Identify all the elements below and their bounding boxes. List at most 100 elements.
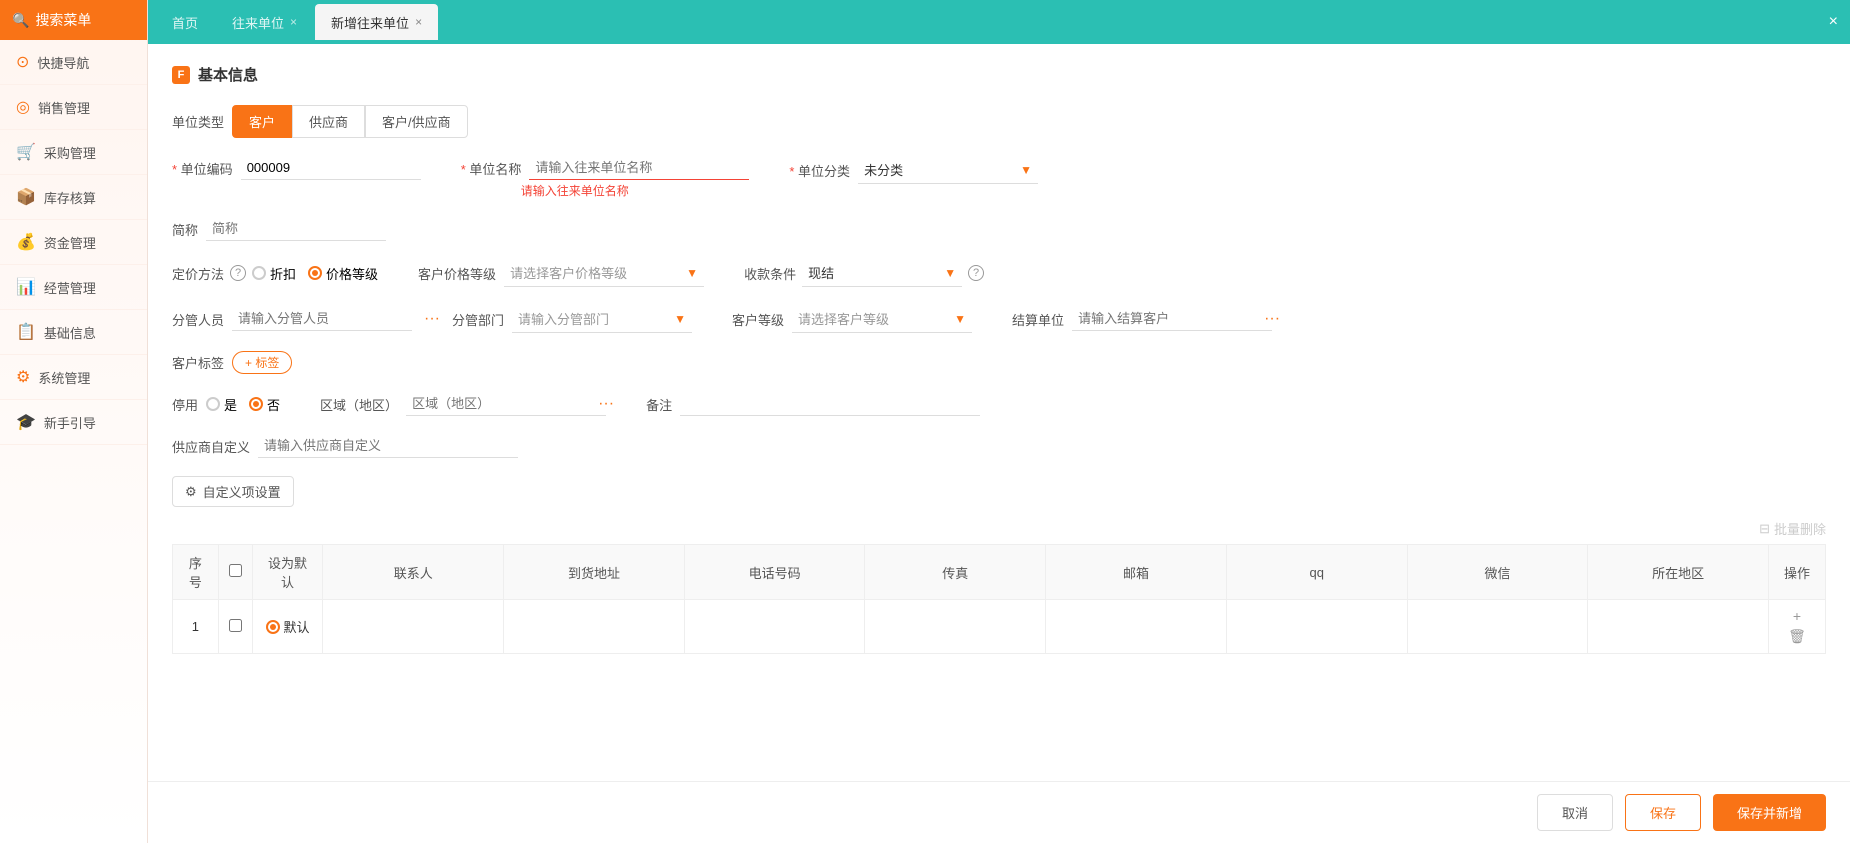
unit-name-input[interactable] xyxy=(529,156,749,180)
department-select[interactable]: 请输入分管部门 ▼ xyxy=(512,305,692,333)
tag-row: 客户标签 + 标签 xyxy=(172,351,1826,374)
section-icon: F xyxy=(172,66,190,84)
customer-price-level-select[interactable]: 请选择客户价格等级 ▼ xyxy=(504,259,704,287)
td-seq: 1 xyxy=(173,600,219,654)
contact-input[interactable] xyxy=(333,619,493,634)
unit-type-label: 单位类型 xyxy=(172,112,224,131)
type-btn-supplier[interactable]: 供应商 xyxy=(292,105,365,138)
td-checkbox xyxy=(218,600,252,654)
sidebar-item-guide[interactable]: 🎓 新手引导 xyxy=(0,400,147,445)
batch-delete-btn[interactable]: ⊟ 批量删除 xyxy=(1759,519,1826,538)
sidebar-item-finance[interactable]: 💰 资金管理 xyxy=(0,220,147,265)
disable-radio-group: 是 否 xyxy=(206,395,280,414)
guide-icon: 🎓 xyxy=(16,412,36,432)
customer-price-level-group: 客户价格等级 请选择客户价格等级 ▼ xyxy=(418,259,704,287)
disable-label: 停用 xyxy=(172,395,198,414)
sidebar-item-quick-nav[interactable]: ⊙ 快捷导航 xyxy=(0,40,147,85)
payment-terms-help[interactable]: ? xyxy=(968,265,984,281)
region-table-input[interactable] xyxy=(1598,619,1758,634)
settlement-unit-more-btn[interactable]: ··· xyxy=(1260,310,1284,328)
supplier-custom-group: 供应商自定义 xyxy=(172,434,1826,458)
code-name-row: 单位编码 单位名称 请输入往来单位名称 单位分类 未分类 ▼ xyxy=(172,156,1826,199)
tab-close-new-counterparty[interactable]: × xyxy=(415,16,422,28)
th-fax: 传真 xyxy=(865,545,1046,600)
payment-terms-select[interactable]: 现结 ▼ xyxy=(802,259,962,287)
department-label: 分管部门 xyxy=(452,310,504,329)
abbreviation-input[interactable] xyxy=(206,217,386,241)
save-new-button[interactable]: 保存并新增 xyxy=(1713,794,1826,831)
table-row: 1 默认 xyxy=(173,600,1826,654)
search-menu[interactable]: 🔍 搜索菜单 xyxy=(0,0,147,40)
type-btn-customer[interactable]: 客户 xyxy=(232,105,292,138)
fax-input[interactable] xyxy=(875,619,1035,634)
unit-category-group: 单位分类 未分类 ▼ xyxy=(789,156,1038,184)
select-all-checkbox[interactable] xyxy=(229,564,242,577)
tab-new-counterparty[interactable]: 新增往来单位 × xyxy=(315,4,438,40)
payment-terms-value: 现结 xyxy=(808,263,944,282)
default-radio[interactable]: 默认 xyxy=(263,617,313,636)
delete-row-btn[interactable]: 🗑 xyxy=(1786,626,1808,647)
abbreviation-row: 简称 xyxy=(172,217,1826,241)
address-input[interactable] xyxy=(514,619,674,634)
search-icon: 🔍 xyxy=(12,12,29,29)
radio-discount[interactable]: 折扣 xyxy=(252,264,296,283)
pricing-method-group: 定价方法 ? 折扣 价格等级 xyxy=(172,264,378,283)
manager-more-btn[interactable]: ··· xyxy=(420,310,444,328)
sidebar-item-inventory[interactable]: 📦 库存核算 xyxy=(0,175,147,220)
inventory-icon: 📦 xyxy=(16,187,36,207)
remark-input[interactable] xyxy=(680,392,980,416)
close-all-tabs[interactable]: × xyxy=(1829,13,1838,31)
region-input[interactable] xyxy=(406,392,594,415)
radio-no[interactable]: 否 xyxy=(249,395,280,414)
qq-input[interactable] xyxy=(1237,619,1397,634)
customer-level-select[interactable]: 请选择客户等级 ▼ xyxy=(792,305,972,333)
gear-icon: ⚙ xyxy=(185,484,197,500)
add-tag-button[interactable]: + 标签 xyxy=(232,351,292,374)
unit-name-label: 单位名称 xyxy=(461,159,522,178)
custom-settings-button[interactable]: ⚙ 自定义项设置 xyxy=(172,476,294,507)
type-btn-both[interactable]: 客户/供应商 xyxy=(365,105,468,138)
supplier-custom-label: 供应商自定义 xyxy=(172,437,250,456)
manager-input[interactable] xyxy=(232,307,420,330)
payment-terms-arrow: ▼ xyxy=(944,266,956,280)
sidebar-item-basic[interactable]: 📋 基础信息 xyxy=(0,310,147,355)
tab-home[interactable]: 首页 xyxy=(156,4,214,40)
row-checkbox[interactable] xyxy=(229,619,242,632)
pricing-help-icon[interactable]: ? xyxy=(230,265,246,281)
unit-code-input[interactable] xyxy=(241,156,421,180)
radio-yes[interactable]: 是 xyxy=(206,395,237,414)
sidebar-item-system[interactable]: ⚙ 系统管理 xyxy=(0,355,147,400)
supplier-custom-input[interactable] xyxy=(258,434,518,458)
region-more-btn[interactable]: ··· xyxy=(594,395,618,413)
abbreviation-group: 简称 xyxy=(172,217,1826,241)
manager-group: 分管人员 ··· xyxy=(172,307,412,331)
save-button[interactable]: 保存 xyxy=(1625,794,1701,831)
disable-group: 停用 是 否 xyxy=(172,395,280,414)
td-wechat xyxy=(1407,600,1588,654)
th-seq: 序号 xyxy=(173,545,219,600)
manager-input-wrap: ··· xyxy=(232,307,412,331)
settlement-unit-input[interactable] xyxy=(1072,307,1260,330)
tab-counterparty[interactable]: 往来单位 × xyxy=(216,4,313,40)
th-email: 邮箱 xyxy=(1046,545,1227,600)
customer-level-placeholder: 请选择客户等级 xyxy=(798,309,954,328)
tab-close-counterparty[interactable]: × xyxy=(290,16,297,28)
contact-table-wrap: ⊟ 批量删除 序号 设为默认 联系人 到货地址 电话号码 传真 邮箱 qq xyxy=(172,519,1826,654)
radio-price-level[interactable]: 价格等级 xyxy=(308,264,378,283)
sidebar-item-purchase[interactable]: 🛒 采购管理 xyxy=(0,130,147,175)
section-basic-info: F 基本信息 xyxy=(172,64,1826,85)
sidebar-item-sales[interactable]: ◎ 销售管理 xyxy=(0,85,147,130)
tab-bar: 首页 往来单位 × 新增往来单位 × × xyxy=(148,0,1850,44)
sidebar-item-operations[interactable]: 📊 经营管理 xyxy=(0,265,147,310)
cancel-button[interactable]: 取消 xyxy=(1537,794,1613,831)
add-row-btn[interactable]: + xyxy=(1791,606,1803,626)
unit-category-select-wrap[interactable]: 未分类 ▼ xyxy=(858,156,1038,184)
custom-settings-area: ⚙ 自定义项设置 xyxy=(172,476,1826,507)
td-address xyxy=(504,600,685,654)
remark-label: 备注 xyxy=(646,395,672,414)
phone-input[interactable] xyxy=(695,619,855,634)
settlement-unit-input-wrap: ··· xyxy=(1072,307,1272,331)
wechat-input[interactable] xyxy=(1418,619,1578,634)
settlement-unit-label: 结算单位 xyxy=(1012,310,1064,329)
email-input[interactable] xyxy=(1056,619,1216,634)
